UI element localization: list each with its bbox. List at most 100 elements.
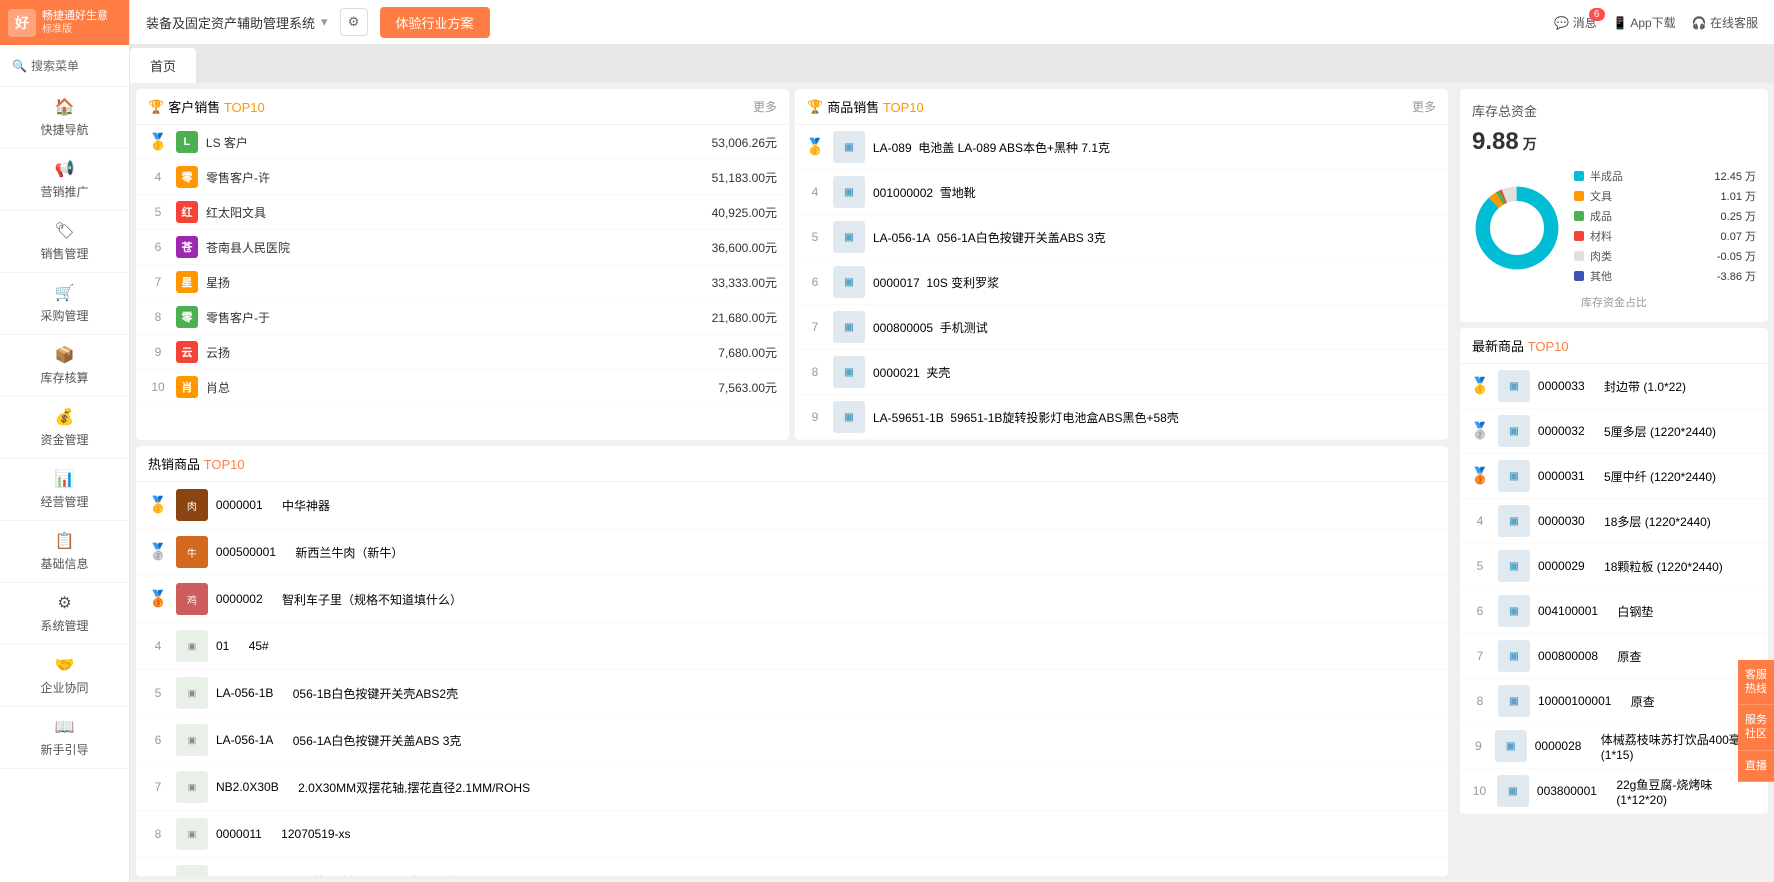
rank-num-8: 10 bbox=[148, 380, 168, 394]
sidebar-item-xitong[interactable]: ⚙ 系统管理 bbox=[0, 583, 129, 645]
rank-num-5: 7 bbox=[148, 275, 168, 289]
prod-info-6: 0000021 夹壳 bbox=[873, 364, 1438, 381]
stock-panel: 库存总资金 9.88万 bbox=[1460, 89, 1768, 322]
legend-item-stationary: 文具 1.01 万 bbox=[1574, 188, 1756, 204]
list-item: 🥉 ▣ 0000031 5厘中纤 (1220*2440) bbox=[1460, 454, 1768, 499]
prod-info-2: 001000002 雪地靴 bbox=[873, 184, 1438, 201]
rank-badge-3: 红 bbox=[176, 201, 198, 223]
list-item: 4 ▣ 0000030 18多层 (1220*2440) bbox=[1460, 499, 1768, 544]
hot-name-9: 花语萌恒温分腿睡袋（厚款） bbox=[313, 873, 469, 877]
rank-badge-7: 云 bbox=[176, 341, 198, 363]
sidebar-item-kucun[interactable]: 📦 库存核算 bbox=[0, 335, 129, 397]
table-row: 7 ▣ 000800005 手机测试 bbox=[795, 305, 1448, 350]
table-row: 🥇 ▣ LA-089 电池盖 LA-089 ABS本色+黑种 7.1克 bbox=[795, 125, 1448, 170]
hot-code-3: 0000002 bbox=[216, 592, 263, 606]
trial-button[interactable]: 体验行业方案 bbox=[380, 7, 490, 38]
hot-thumb-8: ▣ bbox=[176, 818, 208, 850]
prod-thumb-2: ▣ bbox=[833, 176, 865, 208]
nav-icon-system: ⚙ bbox=[55, 593, 75, 613]
rank-amount-6: 21,680.00元 bbox=[712, 309, 777, 326]
hot-thumb-6: ▣ bbox=[176, 724, 208, 756]
hot-code-9: KK-SD22110H bbox=[216, 874, 294, 876]
sidebar-item-jingying[interactable]: 📊 经营管理 bbox=[0, 459, 129, 521]
rank-name-6: 零售客户-于 bbox=[206, 309, 704, 326]
nav-icon-finance: 💰 bbox=[55, 407, 75, 427]
rank-amount-7: 7,680.00元 bbox=[718, 344, 777, 361]
float-btn-community[interactable]: 服务 社区 bbox=[1738, 705, 1774, 751]
hot-medal-1: 🥇 bbox=[148, 495, 168, 515]
headset-icon: 🎧 bbox=[1692, 16, 1707, 30]
sidebar-item-xiaoshou[interactable]: 🏷 销售管理 bbox=[0, 211, 129, 273]
stock-donut-chart bbox=[1472, 183, 1562, 273]
nav-icon-purchase: 🛒 bbox=[55, 283, 75, 303]
sidebar-search-area[interactable]: 🔍 搜索菜单 bbox=[0, 45, 129, 87]
list-item: 10 ▣ 003800001 22g鱼豆腐-烧烤味 (1*12*20) bbox=[1460, 769, 1768, 814]
customer-sales-more[interactable]: 更多 bbox=[753, 98, 777, 115]
notification-area[interactable]: 💬 6 消息 bbox=[1554, 14, 1596, 31]
hot-products-panel: 热销商品 TOP10 🥇 肉 0000001 中华神器 🥈 bbox=[136, 446, 1448, 876]
logo-text: 畅捷通好生意 标准版 bbox=[42, 9, 108, 36]
system-name: 装备及固定资产辅助管理系统 ▾ bbox=[146, 13, 328, 32]
stock-amount: 9.88万 bbox=[1472, 128, 1756, 156]
hot-name-3: 智利车子里（规格不知道填什么） bbox=[282, 591, 462, 608]
product-sales-more[interactable]: 更多 bbox=[1412, 98, 1436, 115]
hot-name-1: 中华神器 bbox=[282, 497, 330, 514]
table-row: 6 苍 苍南县人民医院 36,600.00元 bbox=[136, 230, 789, 265]
stock-chart-label: 库存资金占比 bbox=[1472, 294, 1756, 310]
hot-name-8: 12070519-xs bbox=[281, 827, 350, 841]
table-row: 5 红 红太阳文具 40,925.00元 bbox=[136, 195, 789, 230]
legend-item-semifinished: 半成品 12.45 万 bbox=[1574, 168, 1756, 184]
newest-thumb-8: ▣ bbox=[1498, 685, 1530, 717]
newest-thumb-4: ▣ bbox=[1498, 505, 1530, 537]
hot-name-7: 2.0X30MM双摆花轴,摆花直径2.1MM/ROHS bbox=[298, 779, 530, 796]
rank-badge-4: 苍 bbox=[176, 236, 198, 258]
sidebar-item-qiye[interactable]: 🤝 企业协同 bbox=[0, 645, 129, 707]
sidebar-item-xinshou[interactable]: 📖 新手引导 bbox=[0, 707, 129, 769]
sidebar-item-caigou[interactable]: 🛒 采购管理 bbox=[0, 273, 129, 335]
sidebar-item-yingxiao[interactable]: 📢 营销推广 bbox=[0, 149, 129, 211]
sidebar-item-jichu[interactable]: 📋 基础信息 bbox=[0, 521, 129, 583]
legend-dot-orange bbox=[1574, 191, 1584, 201]
hot-thumb-4: ▣ bbox=[176, 630, 208, 662]
table-row: 8 ▣ 0000021 夹壳 bbox=[795, 350, 1448, 395]
rank-num-3: 5 bbox=[148, 205, 168, 219]
prod-medal-1: 🥇 bbox=[805, 137, 825, 157]
rank-name-8: 肖总 bbox=[206, 379, 710, 396]
table-row: 8 零 零售客户-于 21,680.00元 bbox=[136, 300, 789, 335]
hot-medal-2: 🥈 bbox=[148, 542, 168, 562]
hot-name-4: 45# bbox=[249, 639, 269, 653]
search-menu-button[interactable]: 🔍 搜索菜单 bbox=[8, 53, 121, 78]
tab-home[interactable]: 首页 bbox=[130, 48, 196, 83]
table-row: 7 星 星扬 33,333.00元 bbox=[136, 265, 789, 300]
top-row: 🏆 客户销售 TOP10 更多 🥇 L LS 客户 53,006.26元 bbox=[130, 83, 1454, 446]
legend-item-other: 其他 -3.86 万 bbox=[1574, 268, 1756, 284]
float-btn-live[interactable]: 直播 bbox=[1738, 751, 1774, 782]
prod-info-4: 0000017 10S 变利罗浆 bbox=[873, 274, 1438, 291]
table-row: 9 云 云扬 7,680.00元 bbox=[136, 335, 789, 370]
settings-button[interactable]: ⚙ bbox=[340, 8, 368, 36]
header: 装备及固定资产辅助管理系统 ▾ ⚙ 体验行业方案 💬 6 消息 📱 App下载 … bbox=[130, 0, 1774, 45]
legend-dot-green bbox=[1574, 211, 1584, 221]
prod-info-5: 000800005 手机测试 bbox=[873, 319, 1438, 336]
sidebar-item-kuaijie[interactable]: 🏠 快捷导航 bbox=[0, 87, 129, 149]
prod-thumb-4: ▣ bbox=[833, 266, 865, 298]
legend-item-material: 材料 0.07 万 bbox=[1574, 228, 1756, 244]
sidebar-item-zijin[interactable]: 💰 资金管理 bbox=[0, 397, 129, 459]
list-item: 6 ▣ 004100001 白钢垫 bbox=[1460, 589, 1768, 634]
hot-thumb-9: ▣ bbox=[176, 865, 208, 876]
hot-name-6: 056-1A白色按键开关盖ABS 3克 bbox=[293, 732, 462, 749]
online-service-area[interactable]: 🎧 在线客服 bbox=[1692, 14, 1758, 31]
float-btn-service[interactable]: 客服 热线 bbox=[1738, 660, 1774, 706]
medal-1: 🥇 bbox=[148, 132, 168, 152]
rank-amount-1: 53,006.26元 bbox=[712, 134, 777, 151]
app-download-area[interactable]: 📱 App下载 bbox=[1613, 14, 1676, 31]
list-item: 5 ▣ LA-056-1B 056-1B白色按键开关壳ABS2壳 bbox=[136, 670, 1448, 717]
hot-medal-3: 🥉 bbox=[148, 589, 168, 609]
list-item: 7 ▣ NB2.0X30B 2.0X30MM双摆花轴,摆花直径2.1MM/ROH… bbox=[136, 764, 1448, 811]
sidebar-nav: 🏠 快捷导航 📢 营销推广 🏷 销售管理 🛒 采购管理 📦 库存核算 💰 资金管… bbox=[0, 87, 129, 882]
rank-badge-5: 星 bbox=[176, 271, 198, 293]
list-item: 🥈 ▣ 0000032 5厘多层 (1220*2440) bbox=[1460, 409, 1768, 454]
hot-name-5: 056-1B白色按键开关壳ABS2壳 bbox=[293, 685, 458, 702]
customer-rank-list: 🥇 L LS 客户 53,006.26元 4 零 零售客户-许 51,183.0… bbox=[136, 125, 789, 405]
rank-name-4: 苍南县人民医院 bbox=[206, 239, 704, 256]
